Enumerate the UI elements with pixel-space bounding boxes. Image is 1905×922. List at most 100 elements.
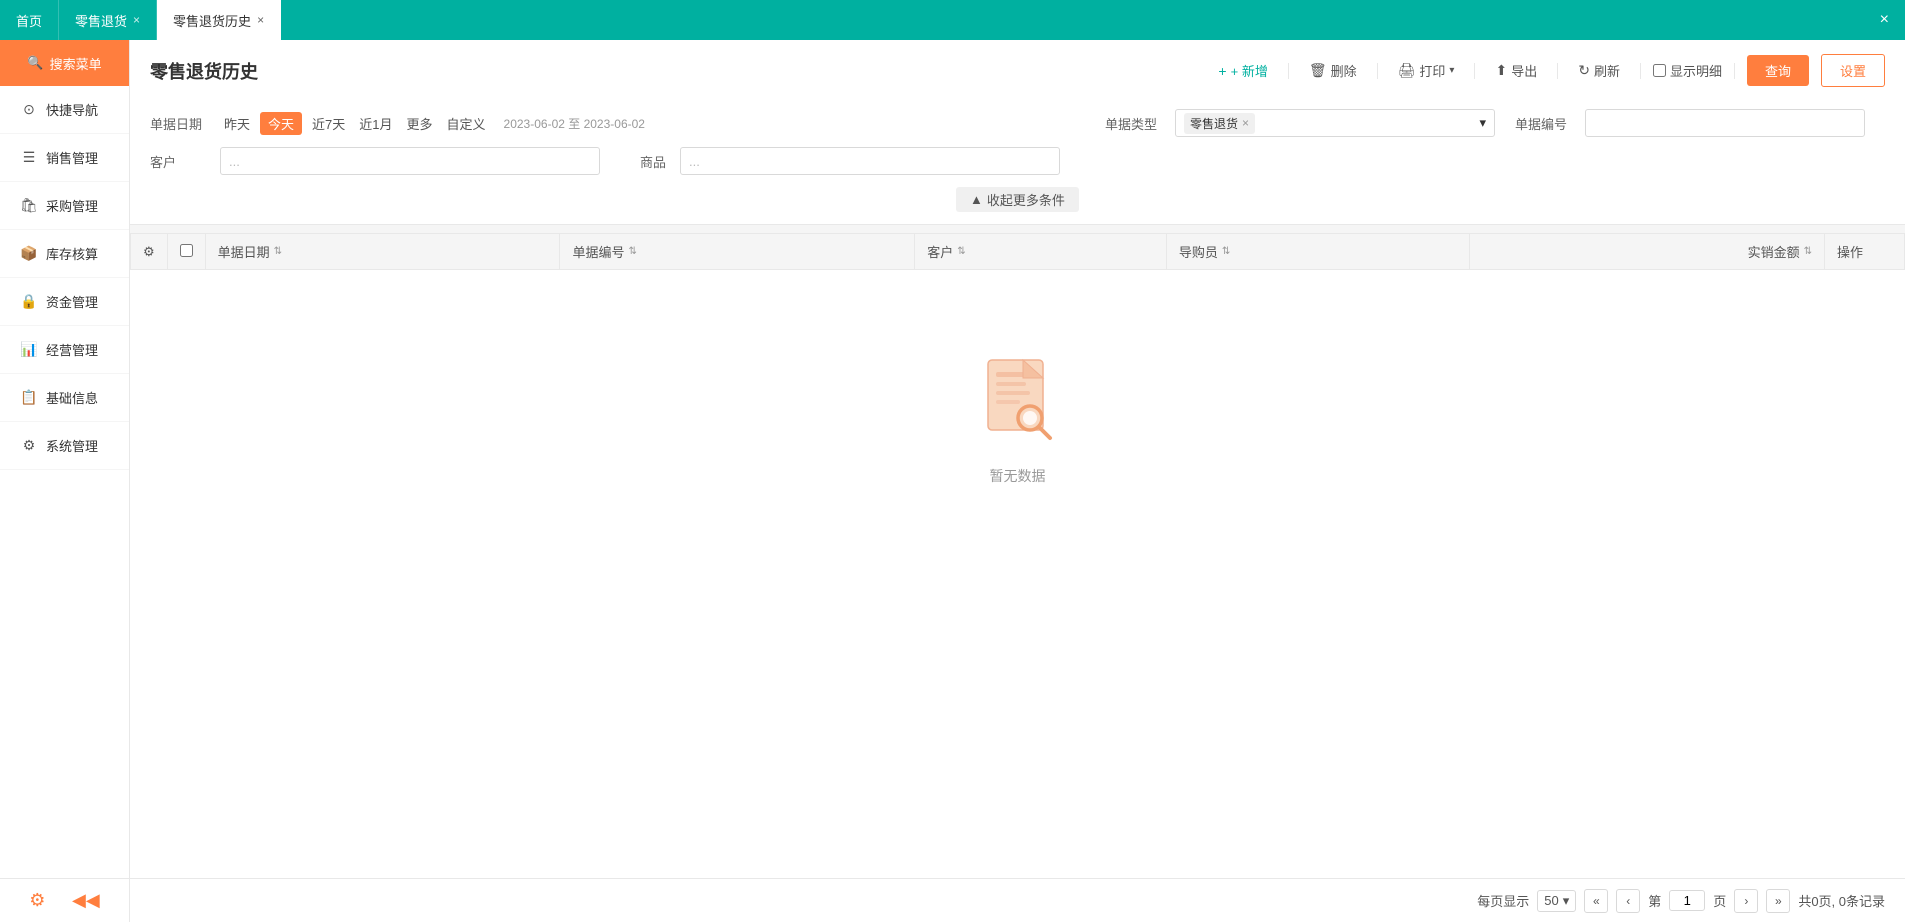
voucher-no-label: 单据编号 — [1515, 114, 1585, 133]
sidebar-item-inventory[interactable]: 📦 库存核算 — [0, 230, 129, 278]
th-guide[interactable]: 导购员 ⇅ — [1166, 234, 1469, 270]
sidebar-search-label: 搜索菜单 — [50, 54, 102, 73]
sidebar-search-button[interactable]: 🔍 搜索菜单 — [0, 40, 129, 86]
th-voucher-no[interactable]: 单据编号 ⇅ — [560, 234, 915, 270]
print-icon: 🖨 — [1398, 62, 1416, 79]
voucher-type-label: 单据类型 — [1105, 114, 1175, 133]
pagination-summary: 共0页, 0条记录 — [1798, 891, 1885, 910]
first-page-button[interactable]: « — [1584, 889, 1608, 913]
page-suffix: 页 — [1713, 891, 1726, 910]
last-page-button[interactable]: » — [1766, 889, 1790, 913]
page-number-input[interactable] — [1669, 890, 1705, 911]
sidebar-item-quick-nav-label: 快捷导航 — [46, 100, 98, 119]
date-opt-custom[interactable]: 自定义 — [443, 112, 490, 135]
tab-retail-return-history[interactable]: 零售退货历史 × — [157, 0, 281, 40]
th-actual-amount[interactable]: 实销金额 ⇅ — [1470, 234, 1825, 270]
content-area: 零售退货历史 + + 新增 🗑 删除 🖨 打印 ▾ — [130, 40, 1905, 922]
filter-area: 单据日期 昨天 今天 近7天 近1月 更多 自定义 2023-06-02 至 2… — [150, 99, 1885, 224]
sidebar-item-operations[interactable]: 📊 经营管理 — [0, 326, 129, 374]
base-info-icon: 📋 — [20, 389, 38, 407]
sidebar-item-finance[interactable]: 🔒 资金管理 — [0, 278, 129, 326]
export-button[interactable]: ⬆ 导出 — [1487, 56, 1545, 85]
sidebar-item-sales-mgmt-label: 销售管理 — [46, 148, 98, 167]
settings-gear-icon[interactable]: ⚙ — [29, 890, 45, 911]
voucher-type-tag-close[interactable]: × — [1242, 116, 1249, 130]
page-label: 第 — [1648, 891, 1661, 910]
goods-select[interactable]: ... — [680, 147, 1060, 175]
top-bar-right: × — [1880, 11, 1905, 29]
th-checkbox[interactable] — [167, 234, 205, 270]
th-ops: 操作 — [1825, 234, 1905, 270]
sidebar-item-quick-nav[interactable]: ⊙ 快捷导航 — [0, 86, 129, 134]
tab-retail-return-close[interactable]: × — [133, 13, 140, 27]
sidebar-item-finance-label: 资金管理 — [46, 292, 98, 311]
divider-5 — [1640, 63, 1641, 79]
divider-4 — [1557, 63, 1558, 79]
refresh-button[interactable]: ↻ 刷新 — [1570, 56, 1628, 85]
goods-filter-label: 商品 — [640, 152, 680, 171]
new-label: + 新增 — [1231, 61, 1268, 80]
select-all-checkbox[interactable] — [180, 244, 193, 257]
sidebar-item-sales-mgmt[interactable]: ☰ 销售管理 — [0, 134, 129, 182]
window-close-button[interactable]: × — [1880, 11, 1889, 29]
page-title-row: 零售退货历史 + + 新增 🗑 删除 🖨 打印 ▾ — [150, 54, 1885, 87]
collapse-button[interactable]: ▲ 收起更多条件 — [956, 187, 1079, 212]
print-button[interactable]: 🖨 打印 ▾ — [1390, 56, 1463, 85]
sort-voucher-no-icon: ⇅ — [628, 246, 636, 257]
audio-icon[interactable]: ◀◀ — [72, 890, 100, 911]
search-icon: 🔍 — [27, 55, 43, 71]
goods-placeholder: ... — [689, 154, 700, 169]
refresh-label: 刷新 — [1594, 61, 1620, 80]
table-wrapper: ⚙ 单据日期 ⇅ 单据编号 — [130, 233, 1905, 878]
empty-state: 暂无数据 — [130, 270, 1905, 546]
voucher-no-input[interactable] — [1585, 109, 1865, 137]
delete-icon: 🗑 — [1309, 62, 1327, 79]
sales-mgmt-icon: ☰ — [20, 149, 38, 167]
voucher-type-select[interactable]: 零售退货 × ▾ — [1175, 109, 1495, 137]
sort-customer-icon: ⇅ — [957, 246, 965, 257]
purchase-mgmt-icon: 🛍 — [20, 197, 38, 215]
sidebar-item-operations-label: 经营管理 — [46, 340, 98, 359]
new-button[interactable]: + + 新增 — [1210, 56, 1275, 85]
sidebar-item-system-mgmt[interactable]: ⚙ 系统管理 — [0, 422, 129, 470]
delete-button[interactable]: 🗑 删除 — [1301, 56, 1365, 85]
sidebar-item-purchase-mgmt[interactable]: 🛍 采购管理 — [0, 182, 129, 230]
date-opt-today[interactable]: 今天 — [260, 112, 302, 135]
date-filter-label: 单据日期 — [150, 114, 220, 133]
filter-row-2: 客户 ... 商品 ... — [150, 147, 1885, 175]
customer-select[interactable]: ... — [220, 147, 600, 175]
customer-placeholder: ... — [229, 154, 240, 169]
per-page-select[interactable]: 50 ▾ — [1537, 890, 1576, 912]
main-layout: 🔍 搜索菜单 ⊙ 快捷导航 ☰ 销售管理 🛍 采购管理 📦 库存核算 🔒 — [0, 40, 1905, 922]
th-date[interactable]: 单据日期 ⇅ — [205, 234, 560, 270]
date-range-display: 2023-06-02 至 2023-06-02 — [504, 115, 645, 132]
refresh-icon: ↻ — [1578, 62, 1590, 79]
system-mgmt-icon: ⚙ — [20, 437, 38, 455]
th-settings[interactable]: ⚙ — [131, 234, 168, 270]
operations-icon: 📊 — [20, 341, 38, 359]
delete-label: 删除 — [1331, 61, 1357, 80]
date-opt-1month[interactable]: 近1月 — [355, 112, 396, 135]
show-detail-checkbox[interactable] — [1653, 64, 1666, 77]
date-opt-7days[interactable]: 近7天 — [308, 112, 349, 135]
tab-home[interactable]: 首页 — [0, 0, 59, 40]
page-header: 零售退货历史 + + 新增 🗑 删除 🖨 打印 ▾ — [130, 40, 1905, 225]
print-label: 打印 — [1419, 61, 1445, 80]
sort-date-icon: ⇅ — [274, 246, 282, 257]
date-opt-yesterday[interactable]: 昨天 — [220, 112, 254, 135]
tab-retail-return[interactable]: 零售退货 × — [59, 0, 157, 40]
setting-button[interactable]: 设置 — [1821, 54, 1885, 87]
show-detail-checkbox-label[interactable]: 显示明细 — [1653, 61, 1722, 80]
tab-retail-return-history-close[interactable]: × — [257, 13, 264, 27]
collapse-row: ▲ 收起更多条件 — [150, 185, 1885, 220]
new-icon: + — [1218, 63, 1226, 79]
query-button[interactable]: 查询 — [1747, 55, 1809, 86]
date-opt-more[interactable]: 更多 — [403, 112, 437, 135]
th-customer[interactable]: 客户 ⇅ — [915, 234, 1167, 270]
sidebar-item-base-info[interactable]: 📋 基础信息 — [0, 374, 129, 422]
prev-page-button[interactable]: ‹ — [1616, 889, 1640, 913]
sort-guide-icon: ⇅ — [1222, 246, 1230, 257]
quick-nav-icon: ⊙ — [20, 101, 38, 119]
next-page-button[interactable]: › — [1734, 889, 1758, 913]
top-bar: 首页 零售退货 × 零售退货历史 × × — [0, 0, 1905, 40]
